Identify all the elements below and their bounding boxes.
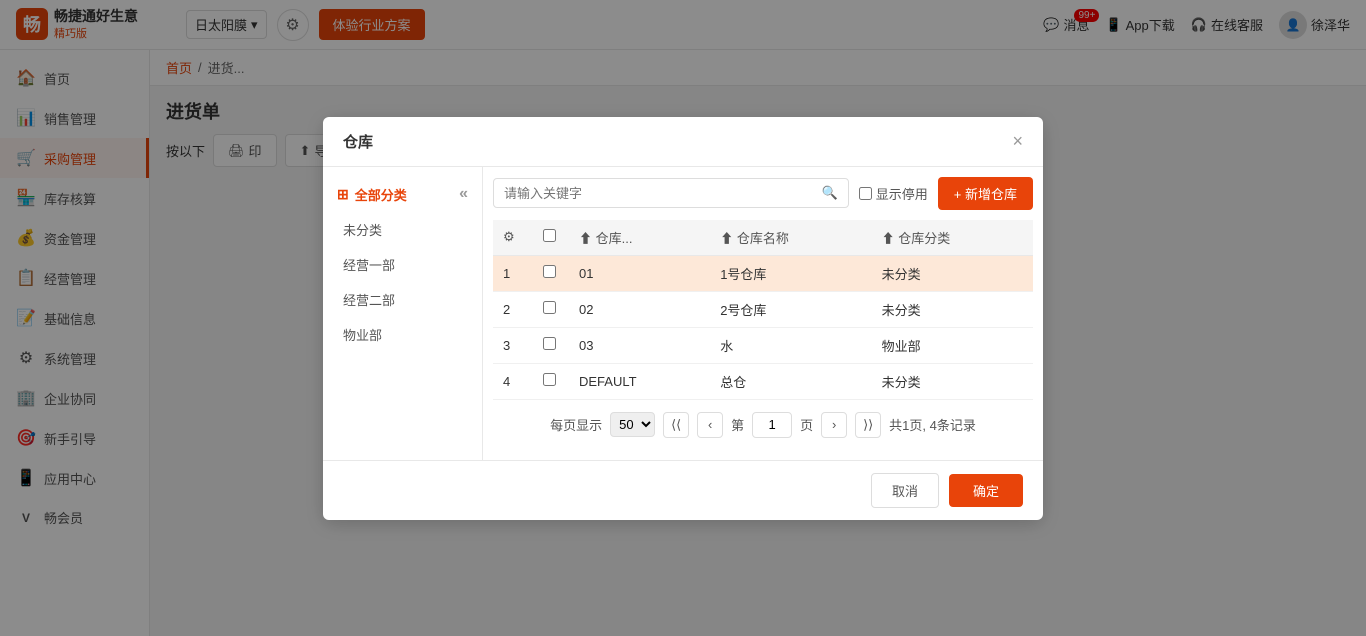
row-checkbox[interactable] [533,363,569,399]
search-input[interactable] [504,186,816,201]
category-item-unclassified[interactable]: 未分类 [323,212,482,247]
sort-icon: ⬆ [579,231,592,246]
row-category: 未分类 [872,291,1033,327]
row-code: 03 [569,327,710,363]
col-category-header: ⬆ 仓库分类 [872,220,1033,256]
modal-footer: 取消 确定 [323,460,1043,520]
row-select-checkbox[interactable] [543,337,556,350]
table-body: 1 01 1号仓库 未分类 2 02 2号仓库 未分类 3 03 水 物业部 4… [493,255,1033,399]
col-checkbox-header [533,220,569,256]
category-all-header[interactable]: ⊞ 全部分类 « [323,177,482,212]
confirm-button[interactable]: 确定 [949,474,1023,507]
last-page-button[interactable]: ⟩⟩ [855,412,881,438]
search-bar: 🔍 显示停用 + 新增仓库 [493,177,1033,210]
modal-header: 仓库 × [323,117,1043,167]
row-index: 4 [493,363,533,399]
row-category: 未分类 [872,255,1033,291]
category-item-dept1[interactable]: 经营一部 [323,247,482,282]
row-checkbox[interactable] [533,327,569,363]
table-row[interactable]: 1 01 1号仓库 未分类 [493,255,1033,291]
row-select-checkbox[interactable] [543,265,556,278]
grid-icon: ⊞ [337,186,349,203]
row-name: 总仓 [710,363,871,399]
modal-close-button[interactable]: × [1012,131,1023,152]
category-all-label: 全部分类 [355,185,407,204]
row-checkbox[interactable] [533,291,569,327]
row-checkbox[interactable] [533,255,569,291]
row-category: 物业部 [872,327,1033,363]
col-settings: ⚙ [493,220,533,256]
row-code: DEFAULT [569,363,710,399]
row-code: 01 [569,255,710,291]
warehouse-table: ⚙ ⬆ 仓库... ⬆ [493,220,1033,400]
collapse-button[interactable]: « [459,185,468,203]
sort-icon2: ⬆ [720,231,733,246]
modal-body: ⊞ 全部分类 « 未分类 经营一部 经营二部 物业部 [323,167,1043,460]
search-input-wrapper[interactable]: 🔍 [493,178,849,208]
new-warehouse-button[interactable]: + 新增仓库 [938,177,1033,210]
row-select-checkbox[interactable] [543,301,556,314]
select-all-checkbox[interactable] [543,229,556,242]
prev-page-button[interactable]: ‹ [697,412,723,438]
pagination: 每页显示 50 ⟨⟨ ‹ 第 页 › ⟩⟩ 共1页, 4条记录 [493,400,1033,450]
modal-title: 仓库 [343,131,373,152]
total-info: 共1页, 4条记录 [889,415,976,434]
table-row[interactable]: 3 03 水 物业部 [493,327,1033,363]
warehouse-modal: 仓库 × ⊞ 全部分类 « 未分类 经营一部 经营二部 [323,117,1043,520]
row-index: 3 [493,327,533,363]
row-index: 1 [493,255,533,291]
page-label: 第 [731,415,744,434]
row-index: 2 [493,291,533,327]
settings-icon: ⚙ [503,229,515,244]
page-number-input[interactable] [752,412,792,438]
row-name: 1号仓库 [710,255,871,291]
show-disabled-label: 显示停用 [876,184,928,203]
first-page-button[interactable]: ⟨⟨ [663,412,689,438]
row-code: 02 [569,291,710,327]
show-disabled-area: 显示停用 [859,184,928,203]
row-name: 水 [710,327,871,363]
table-container: ⚙ ⬆ 仓库... ⬆ [493,220,1033,400]
next-page-button[interactable]: › [821,412,847,438]
sort-icon3: ⬆ [882,231,895,246]
category-panel: ⊞ 全部分类 « 未分类 经营一部 经营二部 物业部 [323,167,483,460]
table-panel: 🔍 显示停用 + 新增仓库 ⚙ [483,167,1043,460]
category-item-property[interactable]: 物业部 [323,317,482,352]
per-page-select[interactable]: 50 [610,412,655,437]
search-icon: 🔍 [822,185,838,201]
show-disabled-checkbox[interactable] [859,187,872,200]
category-item-dept2[interactable]: 经营二部 [323,282,482,317]
per-page-label: 每页显示 [550,415,602,434]
row-select-checkbox[interactable] [543,373,556,386]
page-suffix: 页 [800,415,813,434]
col-name-header: ⬆ 仓库名称 [710,220,871,256]
table-header: ⚙ ⬆ 仓库... ⬆ [493,220,1033,256]
modal-overlay: 仓库 × ⊞ 全部分类 « 未分类 经营一部 经营二部 [0,0,1366,636]
table-row[interactable]: 4 DEFAULT 总仓 未分类 [493,363,1033,399]
col-code-header: ⬆ 仓库... [569,220,710,256]
cancel-button[interactable]: 取消 [871,473,939,508]
row-category: 未分类 [872,363,1033,399]
table-row[interactable]: 2 02 2号仓库 未分类 [493,291,1033,327]
row-name: 2号仓库 [710,291,871,327]
